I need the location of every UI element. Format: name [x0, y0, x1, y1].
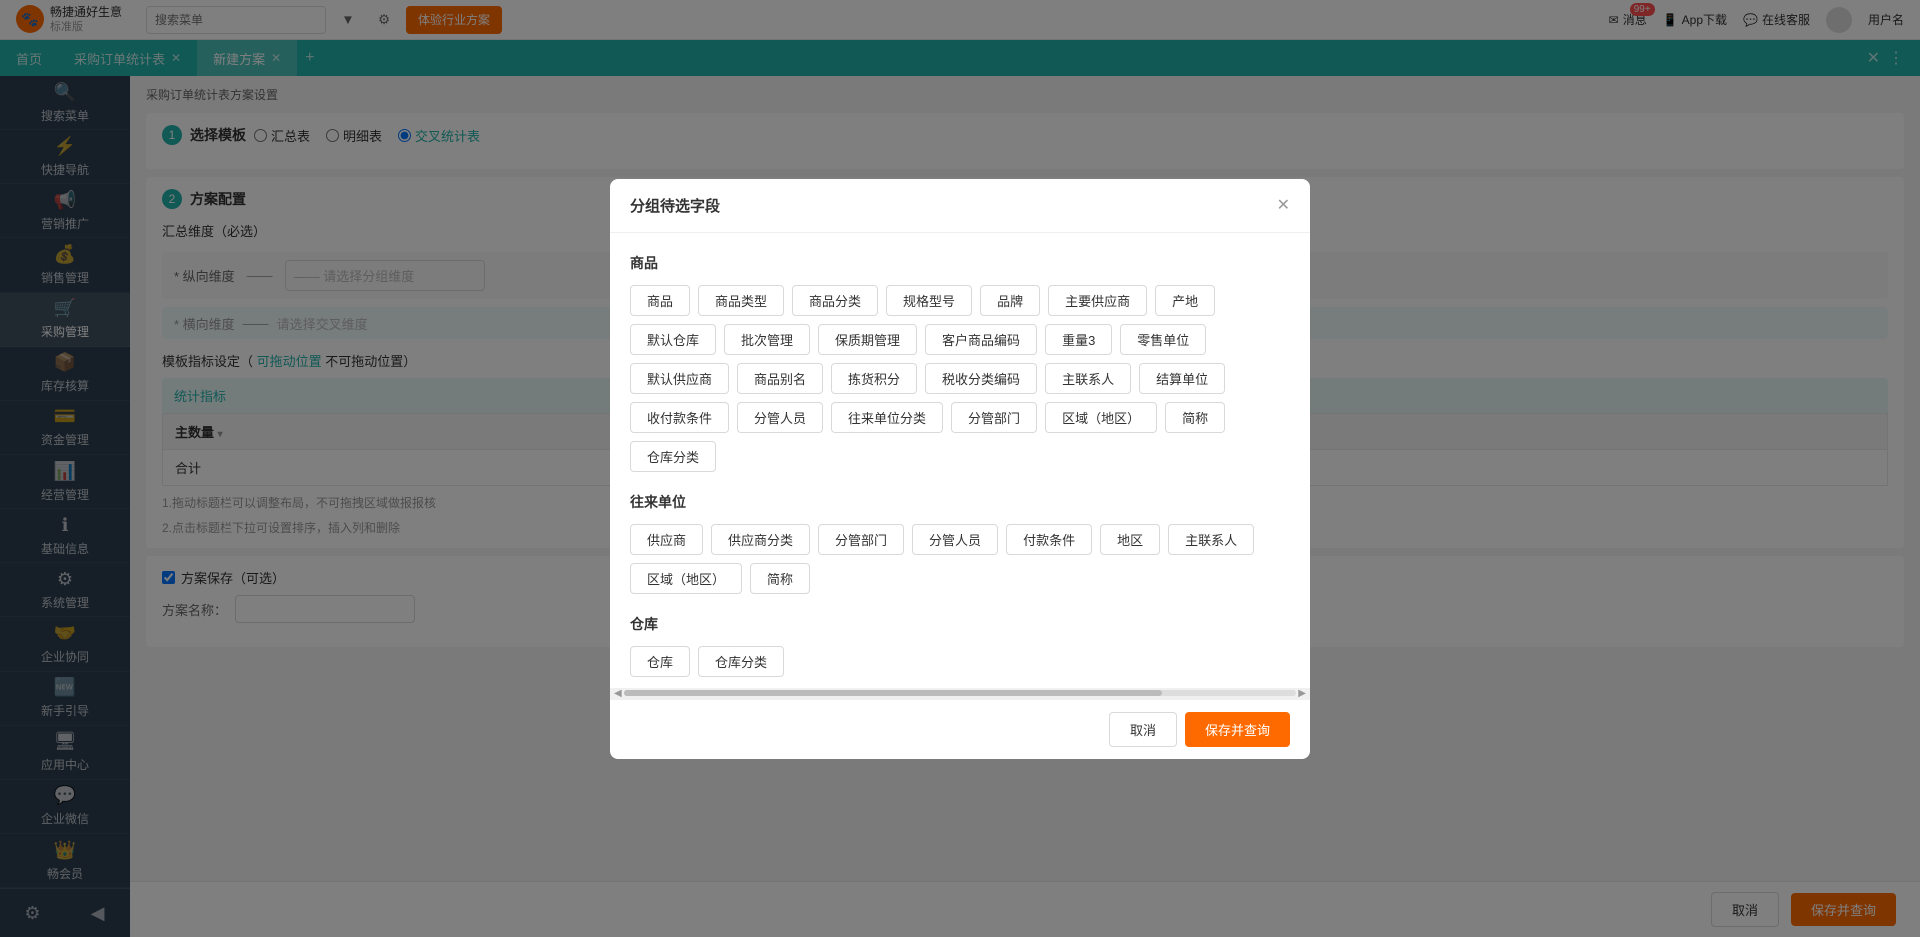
field-tag-partner-category[interactable]: 往来单位分类	[831, 402, 943, 433]
field-tags-partner: 供应商 供应商分类 分管部门 分管人员 付款条件 地区 主联系人 区域（地区） …	[630, 524, 1290, 594]
field-tag-partner-dept[interactable]: 分管部门	[818, 524, 904, 555]
modal-footer: 取消 保存并查询	[610, 699, 1310, 759]
field-tag-weight3[interactable]: 重量3	[1045, 324, 1112, 355]
field-tag-tax-code[interactable]: 税收分类编码	[925, 363, 1037, 394]
field-tag-manager-staff[interactable]: 分管人员	[737, 402, 823, 433]
field-tag-settle-unit[interactable]: 结算单位	[1139, 363, 1225, 394]
field-tag-customer-code[interactable]: 客户商品编码	[925, 324, 1037, 355]
field-tag-brand[interactable]: 品牌	[980, 285, 1040, 316]
field-tag-warehouse[interactable]: 仓库	[630, 646, 690, 677]
field-tag-warehouse-category[interactable]: 仓库分类	[630, 441, 716, 472]
field-tag-main-contact[interactable]: 主联系人	[1045, 363, 1131, 394]
field-group-partner: 往来单位 供应商 供应商分类 分管部门 分管人员 付款条件 地区 主联系人 区域…	[630, 492, 1290, 594]
field-tag-goods-category[interactable]: 商品分类	[792, 285, 878, 316]
field-tag-partner-manager[interactable]: 分管人员	[912, 524, 998, 555]
field-tag-payment-terms[interactable]: 收付款条件	[630, 402, 729, 433]
field-tag-supplier-category[interactable]: 供应商分类	[711, 524, 810, 555]
field-tag-area[interactable]: 地区	[1100, 524, 1160, 555]
field-tag-manage-dept[interactable]: 分管部门	[951, 402, 1037, 433]
field-tag-default-warehouse[interactable]: 默认仓库	[630, 324, 716, 355]
scroll-right-arrow[interactable]: ▶	[1298, 688, 1306, 699]
field-tag-origin[interactable]: 产地	[1155, 285, 1215, 316]
field-tag-payment-condition[interactable]: 付款条件	[1006, 524, 1092, 555]
field-tags-warehouse: 仓库 仓库分类	[630, 646, 1290, 677]
modal-header: 分组待选字段 ✕	[610, 179, 1310, 233]
field-tag-pick-points[interactable]: 拣货积分	[831, 363, 917, 394]
scroll-left-arrow[interactable]: ◀	[614, 688, 622, 699]
field-tag-batch-manage[interactable]: 批次管理	[724, 324, 810, 355]
field-tag-warehouse-cat[interactable]: 仓库分类	[698, 646, 784, 677]
scroll-track[interactable]	[624, 690, 1297, 696]
modal-close-button[interactable]: ✕	[1277, 195, 1290, 215]
field-group-warehouse: 仓库 仓库 仓库分类	[630, 614, 1290, 677]
field-tag-quality-manage[interactable]: 保质期管理	[818, 324, 917, 355]
field-group-warehouse-title: 仓库	[630, 614, 1290, 634]
field-group-goods-title: 商品	[630, 253, 1290, 273]
modal-body: 商品 商品 商品类型 商品分类 规格型号 品牌 主要供应商 产地 默认仓库 批次…	[610, 233, 1310, 688]
field-tag-retail-unit[interactable]: 零售单位	[1120, 324, 1206, 355]
field-group-goods: 商品 商品 商品类型 商品分类 规格型号 品牌 主要供应商 产地 默认仓库 批次…	[630, 253, 1290, 472]
field-group-partner-title: 往来单位	[630, 492, 1290, 512]
field-tag-short-name[interactable]: 简称	[1165, 402, 1225, 433]
field-tag-partner-short-name[interactable]: 简称	[750, 563, 810, 594]
field-tag-partner-region[interactable]: 区域（地区）	[630, 563, 742, 594]
field-tag-goods-alias[interactable]: 商品别名	[737, 363, 823, 394]
field-tag-region[interactable]: 区域（地区）	[1045, 402, 1157, 433]
scroll-thumb	[624, 690, 1162, 696]
field-tags-goods: 商品 商品类型 商品分类 规格型号 品牌 主要供应商 产地 默认仓库 批次管理 …	[630, 285, 1290, 472]
field-tag-goods[interactable]: 商品	[630, 285, 690, 316]
modal-title: 分组待选字段	[630, 195, 720, 216]
modal-cancel-button[interactable]: 取消	[1109, 712, 1177, 747]
field-tag-main-supplier[interactable]: 主要供应商	[1048, 285, 1147, 316]
field-tag-partner-contact[interactable]: 主联系人	[1168, 524, 1254, 555]
field-tag-spec-model[interactable]: 规格型号	[886, 285, 972, 316]
field-tag-default-supplier[interactable]: 默认供应商	[630, 363, 729, 394]
modal: 分组待选字段 ✕ 商品 商品 商品类型 商品分类 规格型号 品牌 主要供应商 产…	[610, 179, 1310, 759]
field-tag-supplier[interactable]: 供应商	[630, 524, 703, 555]
modal-overlay[interactable]: 分组待选字段 ✕ 商品 商品 商品类型 商品分类 规格型号 品牌 主要供应商 产…	[0, 0, 1920, 937]
modal-horizontal-scroll[interactable]: ◀ ▶	[610, 688, 1310, 699]
field-tag-goods-type[interactable]: 商品类型	[698, 285, 784, 316]
modal-confirm-button[interactable]: 保存并查询	[1185, 712, 1290, 747]
